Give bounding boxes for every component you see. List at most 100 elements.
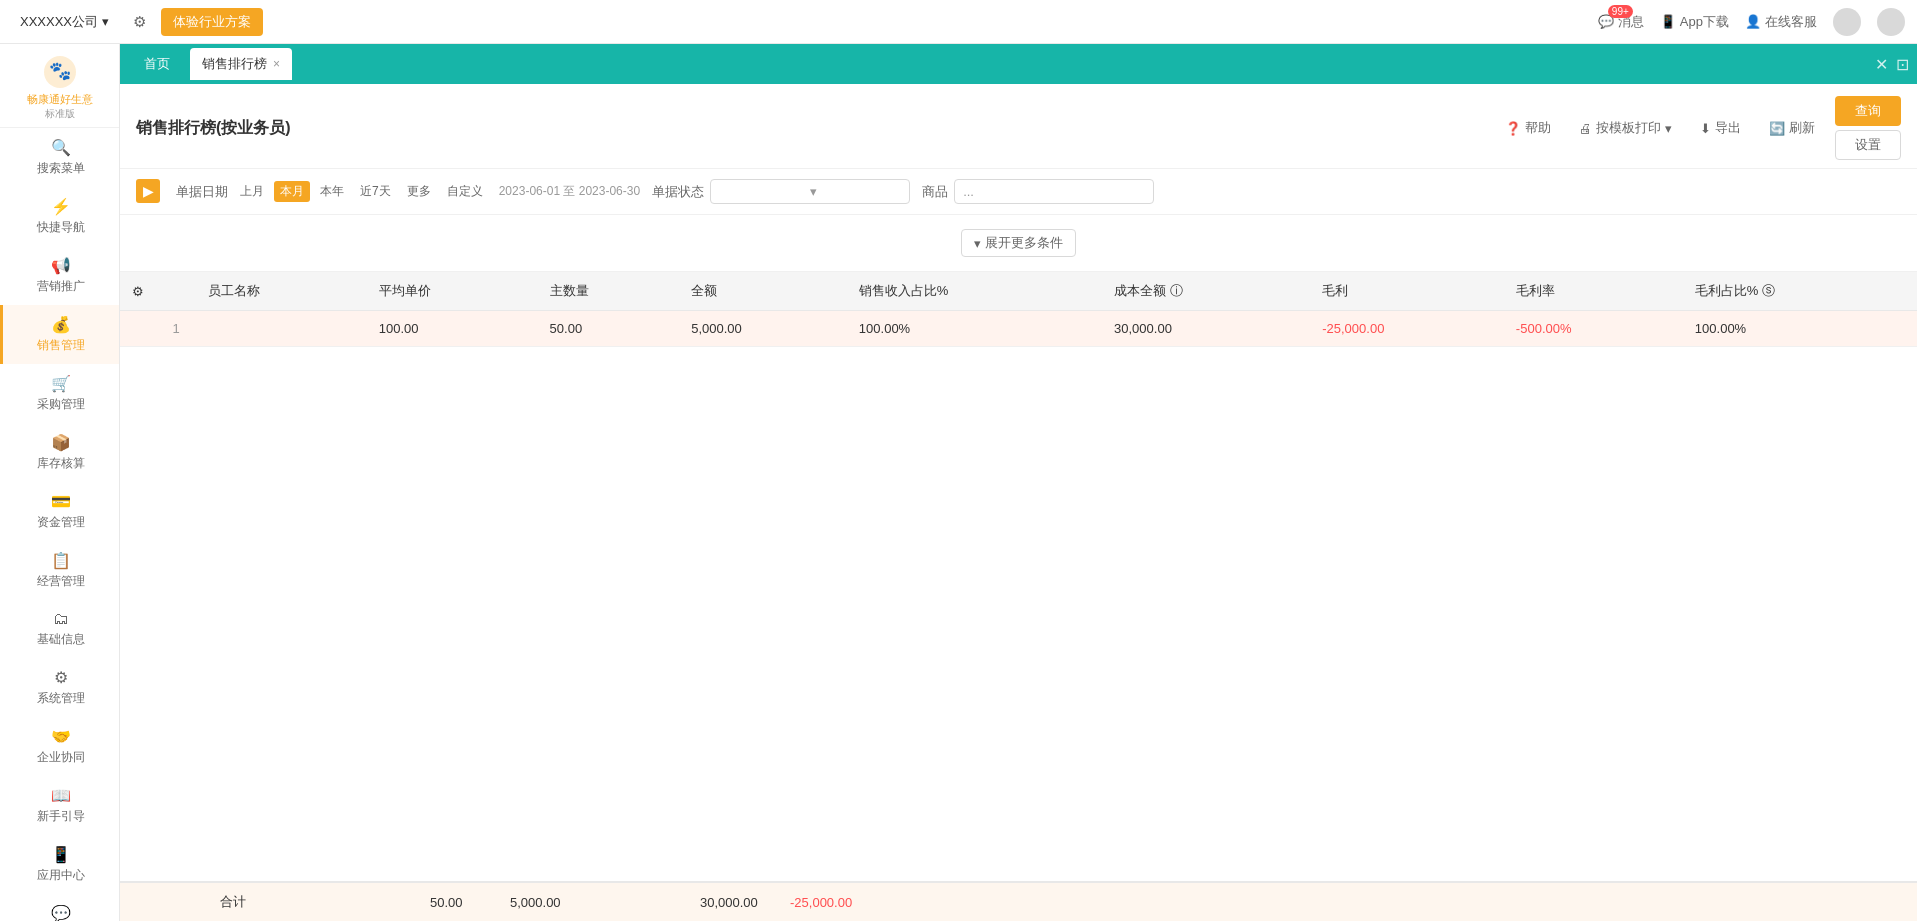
app-icon: 📱 bbox=[1660, 14, 1676, 29]
company-selector[interactable]: XXXXXX公司 ▾ bbox=[12, 9, 117, 35]
avatar[interactable] bbox=[1833, 8, 1861, 36]
sidebar-item-finance[interactable]: 💳 资金管理 bbox=[0, 482, 119, 541]
inventory-icon: 📦 bbox=[51, 433, 71, 452]
refresh-button[interactable]: 🔄 刷新 bbox=[1761, 115, 1823, 141]
table-header-row: ⚙ 员工名称 平均单价 主数量 全额 销售收入占比% 成本全额 ⓘ 毛利 毛利率 bbox=[120, 272, 1917, 311]
print-label: 按模板打印 bbox=[1596, 119, 1661, 137]
table-row: 1 100.00 50.00 5,000.00 100.00% 30,000.0… bbox=[120, 311, 1917, 347]
goods-select[interactable]: ... bbox=[954, 179, 1154, 204]
date-range: 2023-06-01 至 2023-06-30 bbox=[499, 183, 640, 200]
table-footer: 合计 50.00 5,000.00 30,000.00 -25,000.00 bbox=[120, 881, 1917, 921]
export-button[interactable]: ⬇ 导出 bbox=[1692, 115, 1749, 141]
basic-icon: 🗂 bbox=[53, 610, 69, 628]
tab-home[interactable]: 首页 bbox=[128, 44, 186, 84]
sidebar-item-guide[interactable]: 📖 新手引导 bbox=[0, 776, 119, 835]
tab-sales-ranking[interactable]: 销售排行榜 × bbox=[190, 48, 292, 80]
cell-cost: 30,000.00 bbox=[1102, 311, 1310, 347]
page-inner: 销售排行榜(按业务员) ❓ 帮助 🖨 按模板打印 ▾ ⬇ bbox=[120, 84, 1917, 921]
refresh-icon: 🔄 bbox=[1769, 121, 1785, 136]
sidebar-item-purchase[interactable]: 🛒 采购管理 bbox=[0, 364, 119, 423]
sidebar-item-wechat[interactable]: 💬 企业微信 bbox=[0, 894, 119, 921]
print-dropdown-icon: ▾ bbox=[1665, 121, 1672, 136]
status-filter: 单据状态 ▾ bbox=[652, 179, 910, 204]
sidebar-item-collab[interactable]: 🤝 企业协同 bbox=[0, 717, 119, 776]
sidebar-item-label: 新手引导 bbox=[37, 808, 85, 825]
sidebar-item-marketing[interactable]: 📢 营销推广 bbox=[0, 246, 119, 305]
tab-window-controls: ✕ ⊡ bbox=[1875, 55, 1909, 74]
col-settings[interactable]: ⚙ bbox=[120, 272, 156, 311]
avatar2[interactable] bbox=[1877, 8, 1905, 36]
col-rank bbox=[156, 272, 196, 311]
company-name: XXXXXX公司 bbox=[20, 13, 98, 31]
date-options: 上月 本月 本年 近7天 更多 自定义 bbox=[234, 181, 489, 202]
app-center-icon: 📱 bbox=[51, 845, 71, 864]
quicknav-icon: ⚡ bbox=[51, 197, 71, 216]
sidebar-item-label: 系统管理 bbox=[37, 690, 85, 707]
message-item[interactable]: 💬 消息 99+ bbox=[1598, 13, 1644, 31]
filter-toggle-btn[interactable]: ▶ bbox=[136, 179, 160, 203]
tab-bar: 首页 销售排行榜 × ✕ ⊡ bbox=[120, 44, 1917, 84]
col-quantity: 主数量 bbox=[538, 272, 680, 311]
help-button[interactable]: ❓ 帮助 bbox=[1497, 115, 1559, 141]
content-area: 首页 销售排行榜 × ✕ ⊡ 销售排行榜(按业务员) ❓ bbox=[120, 44, 1917, 921]
footer-cost: 30,000.00 bbox=[688, 895, 778, 910]
footer-quantity: 50.00 bbox=[418, 895, 498, 910]
footer-amount: 5,000.00 bbox=[498, 895, 588, 910]
date-btn-custom[interactable]: 自定义 bbox=[441, 181, 489, 202]
col-employee: 员工名称 bbox=[196, 272, 367, 311]
goods-select-value: ... bbox=[963, 184, 1145, 199]
sidebar-item-app[interactable]: 📱 应用中心 bbox=[0, 835, 119, 894]
page-settings-button[interactable]: 设置 bbox=[1835, 130, 1901, 160]
goods-filter: 商品 ... bbox=[922, 179, 1154, 204]
purchase-icon: 🛒 bbox=[51, 374, 71, 393]
tab-close-icon[interactable]: × bbox=[273, 57, 280, 71]
print-button[interactable]: 🖨 按模板打印 ▾ bbox=[1571, 115, 1680, 141]
print-icon: 🖨 bbox=[1579, 121, 1592, 136]
date-btn-more[interactable]: 更多 bbox=[401, 181, 437, 202]
app-download-item[interactable]: 📱 App下载 bbox=[1660, 13, 1729, 31]
col-gross-pct: 毛利占比% ⓢ bbox=[1683, 272, 1917, 311]
search-icon: 🔍 bbox=[51, 138, 71, 157]
tab-label: 销售排行榜 bbox=[202, 55, 267, 73]
tab-restore-window[interactable]: ⊡ bbox=[1896, 55, 1909, 74]
sidebar-item-label: 经营管理 bbox=[37, 573, 85, 590]
sidebar-item-inventory[interactable]: 📦 库存核算 bbox=[0, 423, 119, 482]
footer-gross: -25,000.00 bbox=[778, 895, 868, 910]
refresh-label: 刷新 bbox=[1789, 119, 1815, 137]
date-btn-7days[interactable]: 近7天 bbox=[354, 181, 397, 202]
online-service-item[interactable]: 👤 在线客服 bbox=[1745, 13, 1817, 31]
query-button[interactable]: 查询 bbox=[1835, 96, 1901, 126]
goods-label: 商品 bbox=[922, 183, 948, 201]
sidebar-item-search[interactable]: 🔍 搜索菜单 bbox=[0, 128, 119, 187]
settings-icon[interactable]: ⚙ bbox=[125, 8, 153, 36]
status-select[interactable]: ▾ bbox=[710, 179, 910, 204]
cell-quantity: 50.00 bbox=[538, 311, 680, 347]
sidebar-item-operations[interactable]: 📋 经营管理 bbox=[0, 541, 119, 600]
sales-icon: 💰 bbox=[51, 315, 71, 334]
cell-sales-pct: 100.00% bbox=[847, 311, 1102, 347]
help-icon: ❓ bbox=[1505, 121, 1521, 136]
wechat-icon: 💬 bbox=[51, 904, 71, 921]
cell-gross: -25,000.00 bbox=[1310, 311, 1504, 347]
sidebar-item-sales[interactable]: 💰 销售管理 bbox=[0, 305, 119, 364]
tab-close-window[interactable]: ✕ bbox=[1875, 55, 1888, 74]
table-wrapper: ⚙ 员工名称 平均单价 主数量 全额 销售收入占比% 成本全额 ⓘ 毛利 毛利率 bbox=[120, 272, 1917, 881]
export-icon: ⬇ bbox=[1700, 121, 1711, 136]
date-btn-this-month[interactable]: 本月 bbox=[274, 181, 310, 202]
sidebar-item-label: 基础信息 bbox=[37, 631, 85, 648]
sidebar-item-label: 营销推广 bbox=[37, 278, 85, 295]
sidebar-item-quicknav[interactable]: ⚡ 快捷导航 bbox=[0, 187, 119, 246]
operations-icon: 📋 bbox=[51, 551, 71, 570]
date-btn-this-year[interactable]: 本年 bbox=[314, 181, 350, 202]
page-actions: ❓ 帮助 🖨 按模板打印 ▾ ⬇ 导出 🔄 bbox=[1497, 96, 1901, 160]
date-btn-last-month[interactable]: 上月 bbox=[234, 181, 270, 202]
expand-conditions-btn[interactable]: ▾ 展开更多条件 bbox=[961, 229, 1076, 257]
svg-text:🐾: 🐾 bbox=[49, 60, 72, 82]
finance-icon: 💳 bbox=[51, 492, 71, 511]
sidebar-item-basic[interactable]: 🗂 基础信息 bbox=[0, 600, 119, 658]
date-filter: 单据日期 上月 本月 本年 近7天 更多 自定义 2023-06-01 至 20… bbox=[176, 181, 640, 202]
sidebar-item-system[interactable]: ⚙ 系统管理 bbox=[0, 658, 119, 717]
trial-button[interactable]: 体验行业方案 bbox=[161, 8, 263, 36]
cell-settings bbox=[120, 311, 156, 347]
sidebar-item-label: 库存核算 bbox=[37, 455, 85, 472]
